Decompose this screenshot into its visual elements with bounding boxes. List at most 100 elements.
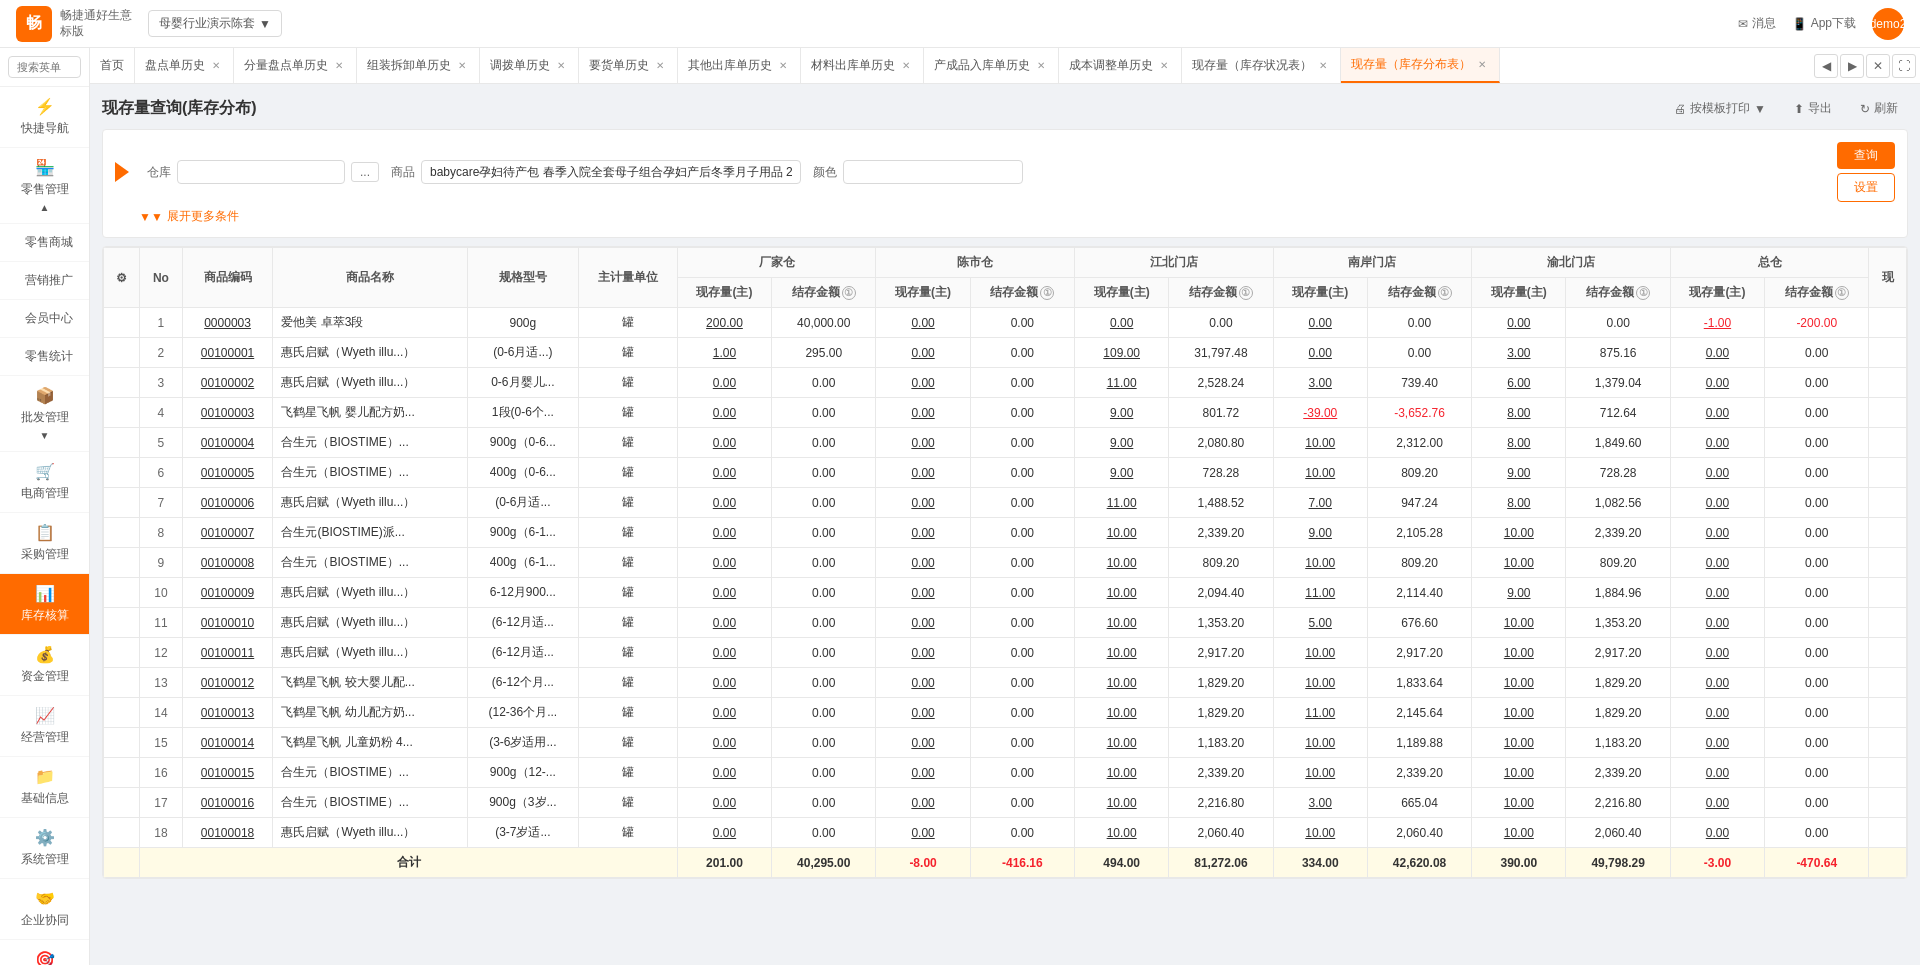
tab-other-out[interactable]: 其他出库单历史 ✕ [678, 48, 801, 83]
export-btn[interactable]: ⬆ 导出 [1784, 96, 1842, 121]
col-yubeimen-qty: 现存量(主) [1472, 278, 1566, 308]
setting-btn[interactable]: 设置 [1837, 173, 1895, 202]
search-btn[interactable]: 查询 [1837, 142, 1895, 169]
tab-close-icon[interactable]: ✕ [776, 59, 790, 73]
cell-total-qty: 0.00 [1670, 548, 1764, 578]
tab-home[interactable]: 首页 [90, 48, 135, 83]
cell-unit: 罐 [578, 338, 677, 368]
expand-triangle[interactable] [115, 162, 135, 182]
info-icon[interactable]: ① [1835, 286, 1849, 300]
user-avatar[interactable]: demo2 [1872, 8, 1904, 40]
cell-no: 16 [140, 758, 183, 788]
search-row: 仓库 ... 商品 颜色 查询 设置 [115, 142, 1895, 202]
cell-factory-qty: 1.00 [677, 338, 771, 368]
sidebar-item-member[interactable]: 会员中心 [0, 300, 89, 338]
tab-next-btn[interactable]: ▶ [1840, 54, 1864, 78]
warehouse-ellipsis-btn[interactable]: ... [351, 162, 379, 182]
sidebar-search-input[interactable] [8, 56, 81, 78]
col-nanan-qty: 现存量(主) [1273, 278, 1367, 308]
tab-close-icon[interactable]: ✕ [554, 59, 568, 73]
sidebar-item-wholesale[interactable]: 📦 批发管理 ▼ [0, 376, 89, 452]
cell-name: 惠氏启赋（Wyeth illu...） [273, 368, 468, 398]
sidebar-item-retail-stat[interactable]: 零售统计 [0, 338, 89, 376]
sidebar-item-guide[interactable]: 🎯 新手引导 [0, 940, 89, 965]
app-download-btn[interactable]: 📱 App下载 [1792, 15, 1856, 32]
message-btn[interactable]: ✉ 消息 [1738, 15, 1776, 32]
cell-total-amt: 0.00 [1765, 368, 1869, 398]
info-icon[interactable]: ① [1438, 286, 1452, 300]
tab-close-icon[interactable]: ✕ [1316, 59, 1330, 73]
cell-code: 00100010 [182, 608, 273, 638]
tab-close-icon[interactable]: ✕ [332, 59, 346, 73]
tab-close-icon[interactable]: ✕ [653, 59, 667, 73]
tab-close-icon[interactable]: ✕ [1034, 59, 1048, 73]
cell-factory-amt: 0.00 [772, 788, 876, 818]
col-no-header: No [140, 248, 183, 308]
tab-adjust[interactable]: 调拨单历史 ✕ [480, 48, 579, 83]
sidebar-item-ecommerce[interactable]: 🛒 电商管理 [0, 452, 89, 513]
summary-nanan-amt: 42,620.08 [1367, 848, 1471, 878]
print-btn[interactable]: 🖨 按模板打印 ▼ [1664, 96, 1776, 121]
sidebar-item-nav[interactable]: ⚡ 快捷导航 [0, 87, 89, 148]
tab-expand-btn[interactable]: ⛶ [1892, 54, 1916, 78]
sidebar-item-ops[interactable]: 📈 经营管理 [0, 696, 89, 757]
sidebar-item-corp[interactable]: 🤝 企业协同 [0, 879, 89, 940]
industry-selector[interactable]: 母婴行业演示陈套 ▼ [148, 10, 282, 37]
cell-factory-amt: 0.00 [772, 608, 876, 638]
cell-jiangbei-qty: 9.00 [1075, 428, 1169, 458]
cell-total-amt: 0.00 [1765, 818, 1869, 848]
cell-chenshi-qty: 0.00 [876, 788, 970, 818]
cell-factory-amt: 0.00 [772, 548, 876, 578]
sidebar-item-marketing[interactable]: 营销推广 [0, 262, 89, 300]
tab-product-in[interactable]: 产成品入库单历史 ✕ [924, 48, 1059, 83]
table-row: 18 00100018 惠氏启赋（Wyeth illu...） (3-7岁适..… [104, 818, 1907, 848]
expand-more-btn[interactable]: ▼▼ 展开更多条件 [139, 208, 1895, 225]
tab-close-all-btn[interactable]: ✕ [1866, 54, 1890, 78]
sidebar-item-inventory[interactable]: 📊 库存核算 [0, 574, 89, 635]
info-icon[interactable]: ① [1239, 286, 1253, 300]
tab-inventory-check[interactable]: 盘点单历史 ✕ [135, 48, 234, 83]
cell-nanan-amt: 809.20 [1367, 458, 1471, 488]
color-input[interactable] [843, 160, 1023, 184]
cell-jiangbei-qty: 10.00 [1075, 578, 1169, 608]
tab-stock-dist[interactable]: 现存量（库存分布表） ✕ [1341, 48, 1500, 83]
tab-split-dismantle[interactable]: 组装拆卸单历史 ✕ [357, 48, 480, 83]
tab-close-icon[interactable]: ✕ [1475, 58, 1489, 72]
sidebar-item-purchase[interactable]: 📋 采购管理 [0, 513, 89, 574]
sidebar-item-basic[interactable]: 📁 基础信息 [0, 757, 89, 818]
tab-stock-status[interactable]: 现存量（库存状况表） ✕ [1182, 48, 1341, 83]
col-nanan-amt: 结存金额① [1367, 278, 1471, 308]
tab-close-icon[interactable]: ✕ [455, 59, 469, 73]
tab-cost-adjust[interactable]: 成本调整单历史 ✕ [1059, 48, 1182, 83]
col-settings[interactable]: ⚙ [104, 248, 140, 308]
sidebar-item-system[interactable]: ⚙️ 系统管理 [0, 818, 89, 879]
tab-prev-btn[interactable]: ◀ [1814, 54, 1838, 78]
cell-total-qty: 0.00 [1670, 638, 1764, 668]
refresh-btn[interactable]: ↻ 刷新 [1850, 96, 1908, 121]
tab-close-icon[interactable]: ✕ [1157, 59, 1171, 73]
info-icon[interactable]: ① [842, 286, 856, 300]
info-icon[interactable]: ① [1040, 286, 1054, 300]
info-icon[interactable]: ① [1636, 286, 1650, 300]
cell-total-amt: -200.00 [1765, 308, 1869, 338]
tab-split-inventory[interactable]: 分量盘点单历史 ✕ [234, 48, 357, 83]
cell-name: 惠氏启赋（Wyeth illu...） [273, 818, 468, 848]
sidebar-item-finance[interactable]: 💰 资金管理 [0, 635, 89, 696]
table-row: 6 00100005 合生元（BIOSTIME）... 400g（0-6... … [104, 458, 1907, 488]
cell-total-qty: 0.00 [1670, 698, 1764, 728]
sidebar-item-retail[interactable]: 🏪 零售管理 ▲ [0, 148, 89, 224]
sidebar-item-retail-shop[interactable]: 零售商城 [0, 224, 89, 262]
tab-close-icon[interactable]: ✕ [899, 59, 913, 73]
cell-code: 00100007 [182, 518, 273, 548]
tab-material-out[interactable]: 材料出库单历史 ✕ [801, 48, 924, 83]
tab-close-icon[interactable]: ✕ [209, 59, 223, 73]
cell-jiangbei-amt: 801.72 [1169, 398, 1273, 428]
cell-chenshi-amt: 0.00 [970, 728, 1074, 758]
expand-triangle-icon[interactable] [115, 162, 129, 182]
cell-jiangbei-amt: 2,060.40 [1169, 818, 1273, 848]
tab-order[interactable]: 要货单历史 ✕ [579, 48, 678, 83]
cell-code: 00100001 [182, 338, 273, 368]
cell-name: 合生元（BIOSTIME）... [273, 458, 468, 488]
warehouse-input[interactable] [177, 160, 345, 184]
goods-input[interactable] [421, 160, 801, 184]
